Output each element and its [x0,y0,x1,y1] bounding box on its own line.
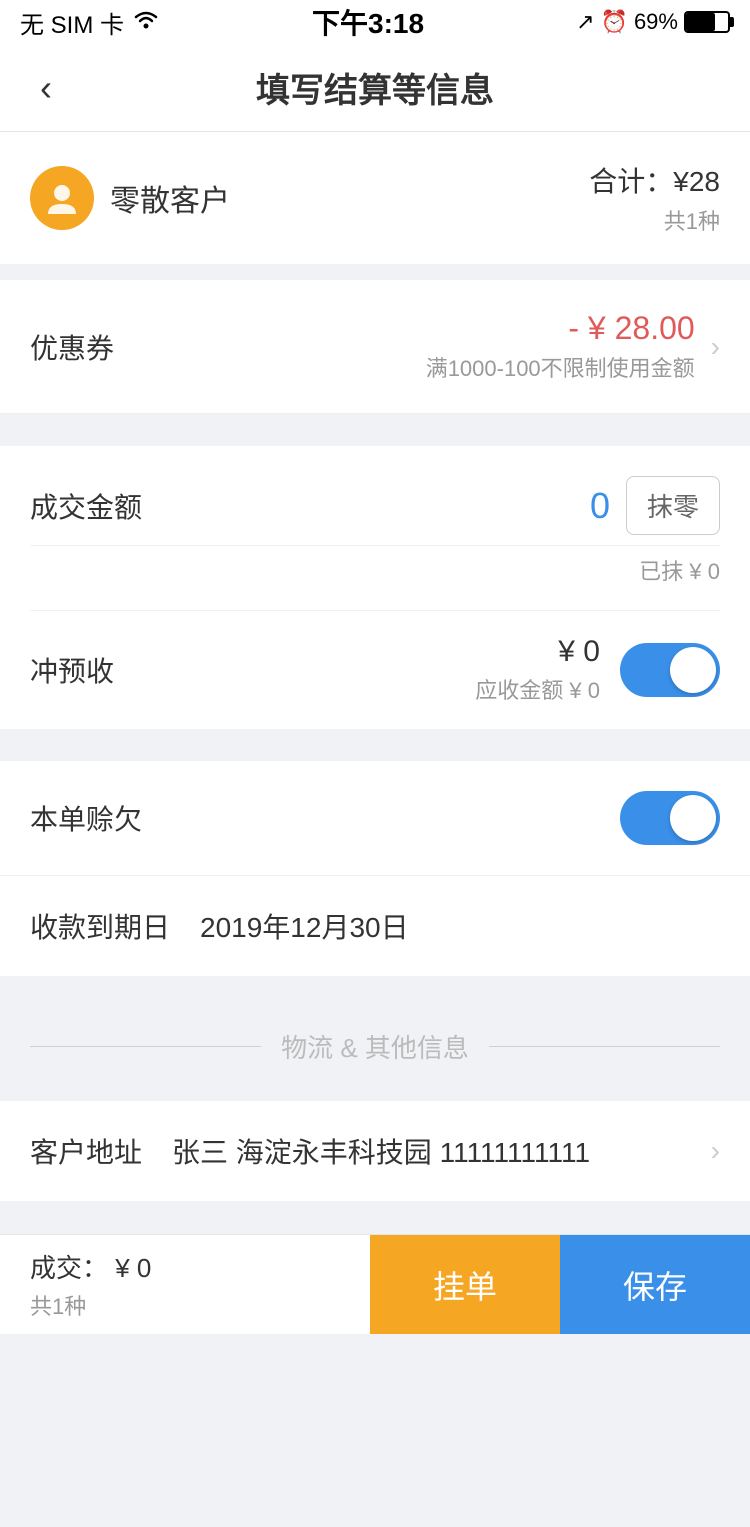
coupon-value-block: - ¥ 28.00 满1000-100不限制使用金额 [426,310,695,383]
gap-3 [0,992,750,1008]
address-value: 张三 海淀永丰科技园 11111111111 [172,1131,711,1171]
prepay-right: ¥ 0 应收金额 ¥ 0 [475,635,720,705]
address-chevron: › [711,1135,720,1167]
due-date-value[interactable]: 2019年12月30日 [200,906,409,946]
credit-section: 本单赊欠 收款到期日 2019年12月30日 [0,761,750,976]
address-row[interactable]: 客户地址 张三 海淀永丰科技园 11111111111 › [0,1101,750,1201]
customer-info: 零散客户 [30,166,230,230]
status-right: ↗ ⏰ 69% [576,9,730,35]
status-bar: 无 SIM 卡 下午3:18 ↗ ⏰ 69% [0,0,750,44]
coupon-section: 优惠券 - ¥ 28.00 满1000-100不限制使用金额 › [0,280,750,414]
pending-button[interactable]: 挂单 [370,1235,560,1334]
battery-percent: 69% [634,9,678,35]
battery-icon [684,11,730,33]
page-title: 填写结算等信息 [256,63,494,112]
coupon-row[interactable]: 优惠券 - ¥ 28.00 满1000-100不限制使用金额 › [0,280,750,414]
credit-toggle-knob [670,795,716,841]
status-left: 无 SIM 卡 [20,5,160,40]
deal-amount-right: 0 抹零 [590,476,720,535]
deal-already-wiped: 已抹 ¥ 0 [30,546,720,610]
customer-section: 零散客户 合计：¥28 共1种 [0,132,750,264]
save-button[interactable]: 保存 [560,1235,750,1334]
deal-amount-section: 成交金额 0 抹零 已抹 ¥ 0 冲预收 ¥ 0 应收金额 ¥ 0 [0,446,750,729]
credit-toggle[interactable] [620,791,720,845]
address-label: 客户地址 [30,1131,142,1171]
prepay-toggle-knob [670,647,716,693]
customer-name: 零散客户 [110,176,230,220]
address-section: 客户地址 张三 海淀永丰科技园 11111111111 › [0,1101,750,1201]
deal-amount-value[interactable]: 0 [590,485,610,527]
back-button[interactable]: ‹ [30,57,62,119]
total-count: 共1种 [589,204,720,236]
bottom-count: 共1种 [30,1289,340,1321]
sim-status: 无 SIM 卡 [20,5,124,40]
credit-label: 本单赊欠 [30,798,142,838]
location-icon: ↗ [576,9,594,35]
bottom-bar: 成交： ¥ 0 共1种 挂单 保存 [0,1234,750,1334]
coupon-value: - ¥ 28.00 [426,310,695,347]
deal-amount-label: 成交金额 [30,486,142,526]
avatar [30,166,94,230]
coupon-label: 优惠券 [30,327,114,367]
wifi-icon [132,8,160,36]
total-amount: 合计：¥28 [589,160,720,200]
prepay-label: 冲预收 [30,650,114,690]
credit-row: 本单赊欠 [0,761,750,876]
gap-1 [0,430,750,446]
customer-total: 合计：¥28 共1种 [589,160,720,236]
prepay-row: 冲预收 ¥ 0 应收金额 ¥ 0 [30,610,720,729]
prepay-main-value: ¥ 0 [475,635,600,669]
wipe-button[interactable]: 抹零 [626,476,720,535]
deal-amount-row: 成交金额 0 抹零 [30,446,720,546]
due-date-row: 收款到期日 2019年12月30日 [0,876,750,976]
bottom-deal-line: 成交： ¥ 0 [30,1248,340,1285]
logistics-label: 物流 & 其他信息 [281,1028,469,1065]
status-time: 下午3:18 [312,2,424,42]
coupon-sub: 满1000-100不限制使用金额 [426,351,695,383]
bottom-summary: 成交： ¥ 0 共1种 [0,1235,370,1334]
coupon-right: - ¥ 28.00 满1000-100不限制使用金额 › [426,310,720,383]
due-date-label: 收款到期日 [30,906,170,946]
logistics-divider: 物流 & 其他信息 [0,1008,750,1085]
coupon-chevron: › [711,331,720,363]
gap-2 [0,745,750,761]
bottom-deal-label: 成交： [30,1253,108,1283]
gap-4 [0,1085,750,1101]
prepay-amounts: ¥ 0 应收金额 ¥ 0 [475,635,600,705]
alarm-icon: ⏰ [601,9,628,35]
bottom-deal-value: ¥ 0 [115,1253,151,1283]
prepay-toggle[interactable] [620,643,720,697]
prepay-sub-value: 应收金额 ¥ 0 [475,673,600,705]
nav-bar: ‹ 填写结算等信息 [0,44,750,132]
